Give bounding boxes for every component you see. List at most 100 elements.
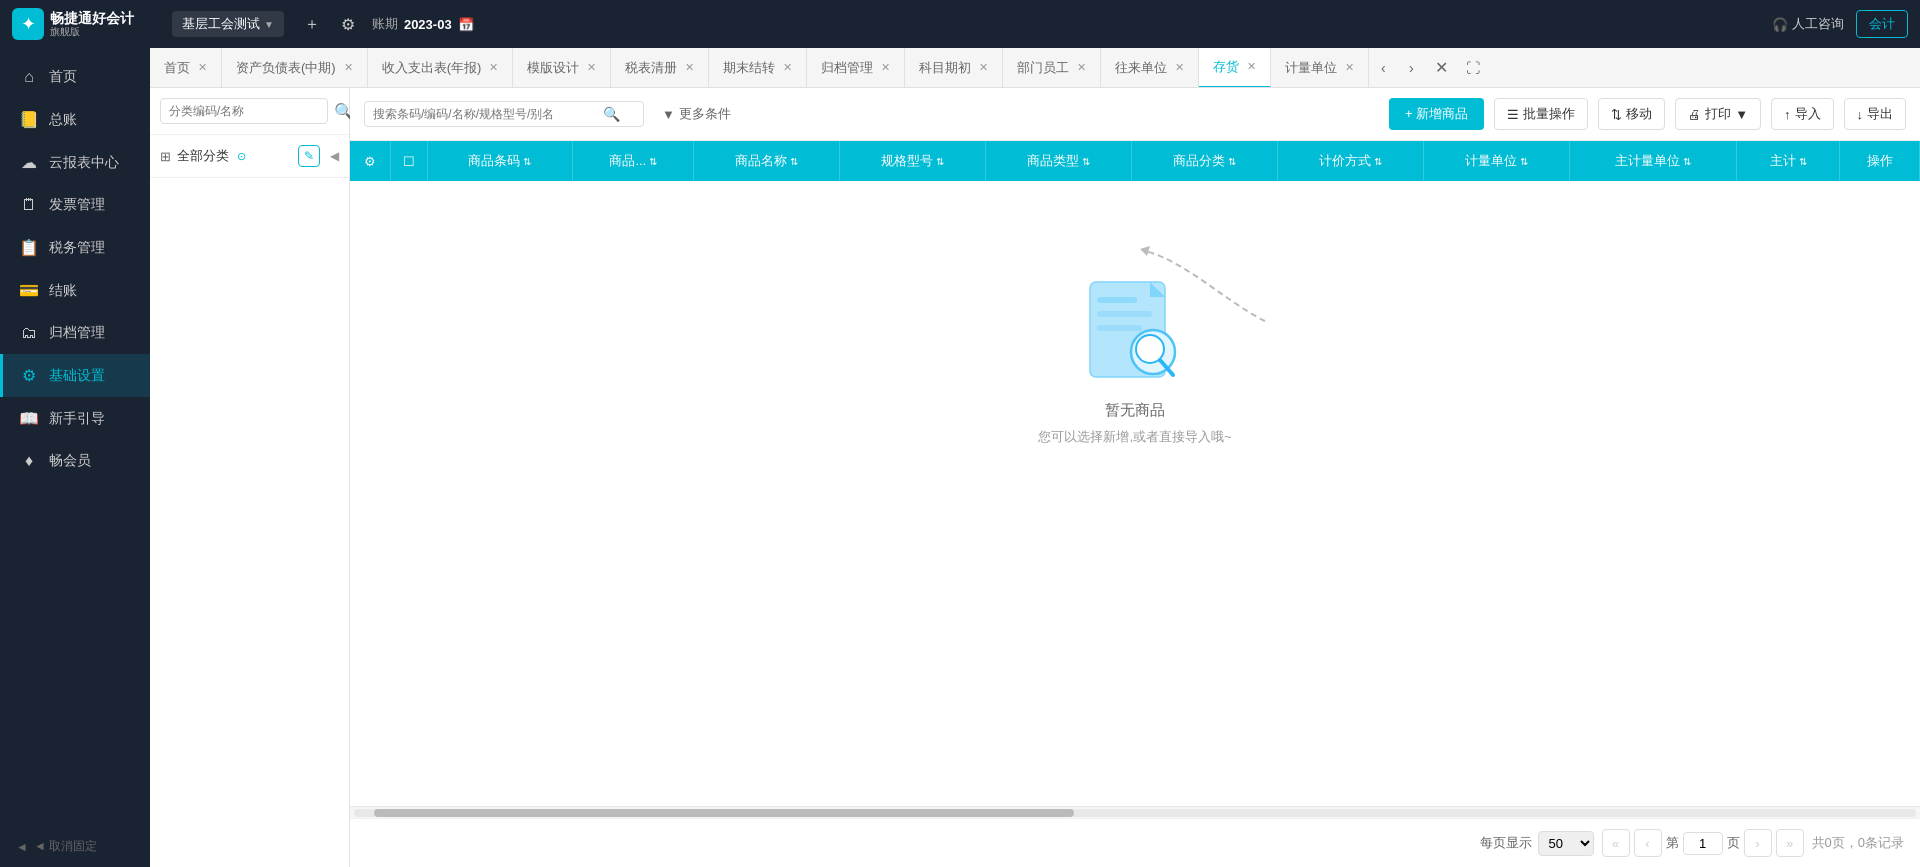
move-button[interactable]: ⇅ 移动 <box>1598 98 1665 130</box>
service-button[interactable]: 🎧 人工咨询 <box>1772 15 1844 33</box>
empty-sub-text: 您可以选择新增,或者直接导入哦~ <box>1038 428 1231 446</box>
tab-home[interactable]: 首页 ✕ <box>150 48 222 88</box>
tab-prev-button[interactable]: ‹ <box>1369 48 1397 88</box>
page-size-select[interactable]: 50 10 20 100 <box>1538 831 1594 856</box>
tab-income-statement[interactable]: 收入支出表(年报) ✕ <box>368 48 514 88</box>
sidebar-item-label: 总账 <box>49 111 77 129</box>
tab-close-icon[interactable]: ✕ <box>587 61 596 74</box>
category-search-box: 🔍 <box>150 88 349 135</box>
tab-close-icon[interactable]: ✕ <box>1345 61 1354 74</box>
filter-button[interactable]: ▼ 更多条件 <box>652 100 741 128</box>
panel-collapse-button[interactable]: ◀ <box>330 149 339 163</box>
toolbar-right: + 新增商品 ☰ 批量操作 ⇅ 移动 🖨 打印 <box>1389 98 1906 130</box>
scroll-thumb[interactable] <box>374 809 1074 817</box>
tab-expand-button[interactable]: ⛶ <box>1457 48 1489 88</box>
tab-template-design[interactable]: 模版设计 ✕ <box>513 48 611 88</box>
product-search-bar[interactable]: 🔍 <box>364 101 644 127</box>
prev-page-button[interactable]: ‹ <box>1634 829 1662 857</box>
sidebar-item-invoices[interactable]: 🗒 发票管理 <box>0 184 150 226</box>
period-value: 2023-03 <box>404 17 452 32</box>
sidebar-item-settlement[interactable]: 💳 结账 <box>0 269 150 312</box>
product-search-input[interactable] <box>373 107 603 121</box>
import-button[interactable]: ↑ 导入 <box>1771 98 1834 130</box>
tab-close-icon[interactable]: ✕ <box>1077 61 1086 74</box>
tab-close-icon[interactable]: ✕ <box>1175 61 1184 74</box>
tab-tax-table[interactable]: 税表清册 ✕ <box>611 48 709 88</box>
company-name: 基层工会测试 <box>182 15 260 33</box>
company-selector[interactable]: 基层工会测试 ▼ <box>172 11 284 37</box>
tab-label: 资产负债表(中期) <box>236 59 336 77</box>
app-edition: 旗舰版 <box>50 26 134 38</box>
sidebar-item-member[interactable]: ♦ 畅会员 <box>0 440 150 482</box>
tab-label: 收入支出表(年报) <box>382 59 482 77</box>
sidebar-item-archive[interactable]: 🗂 归档管理 <box>0 312 150 354</box>
sidebar-item-cloud-reports[interactable]: ☁ 云报表中心 <box>0 141 150 184</box>
category-header: ⊞ 全部分类 ⊙ ✎ ◀ <box>150 135 349 178</box>
th-type[interactable]: 商品类型⇅ <box>986 141 1132 181</box>
batch-operation-button[interactable]: ☰ 批量操作 <box>1494 98 1588 130</box>
tab-bar: 首页 ✕ 资产负债表(中期) ✕ 收入支出表(年报) ✕ 模版设计 ✕ 税表清册… <box>150 48 1920 88</box>
th-price-method[interactable]: 计价方式⇅ <box>1277 141 1423 181</box>
tab-close-icon[interactable]: ✕ <box>1247 60 1256 73</box>
sidebar-item-label: 畅会员 <box>49 452 91 470</box>
tab-archive-mgmt[interactable]: 归档管理 ✕ <box>807 48 905 88</box>
page-number-input[interactable] <box>1683 832 1723 855</box>
account-button[interactable]: 会计 <box>1856 10 1908 38</box>
th-code[interactable]: 商品...⇅ <box>573 141 694 181</box>
tab-close-all-button[interactable]: ✕ <box>1425 48 1457 88</box>
print-button[interactable]: 🖨 打印 ▼ <box>1675 98 1761 130</box>
th-name[interactable]: 商品名称⇅ <box>694 141 840 181</box>
table-header-row: ⚙ ☐ 商品条码⇅ 商品...⇅ 商品名称⇅ <box>350 141 1920 181</box>
th-main-unit[interactable]: 主计量单位⇅ <box>1569 141 1736 181</box>
tab-close-icon[interactable]: ✕ <box>489 61 498 74</box>
scroll-track[interactable] <box>354 809 1916 817</box>
th-settings[interactable]: ⚙ <box>350 141 390 181</box>
tab-close-icon[interactable]: ✕ <box>881 61 890 74</box>
table-container: ⚙ ☐ 商品条码⇅ 商品...⇅ 商品名称⇅ <box>350 141 1920 806</box>
last-page-button[interactable]: » <box>1776 829 1804 857</box>
th-category[interactable]: 商品分类⇅ <box>1131 141 1277 181</box>
tab-subject-init[interactable]: 科目期初 ✕ <box>905 48 1003 88</box>
tab-balance-sheet[interactable]: 资产负债表(中期) ✕ <box>222 48 368 88</box>
print-icon: 🖨 <box>1688 107 1701 122</box>
next-page-button[interactable]: › <box>1744 829 1772 857</box>
sidebar-item-home[interactable]: ⌂ 首页 <box>0 56 150 98</box>
first-page-button[interactable]: « <box>1602 829 1630 857</box>
member-icon: ♦ <box>19 452 39 470</box>
add-tab-button[interactable]: ＋ <box>298 10 326 38</box>
export-button[interactable]: ↓ 导出 <box>1844 98 1907 130</box>
th-actions: 操作 <box>1840 141 1920 181</box>
sidebar-item-guide[interactable]: 📖 新手引导 <box>0 397 150 440</box>
sidebar-item-settings[interactable]: ⚙ 基础设置 <box>0 354 150 397</box>
th-checkbox[interactable]: ☐ <box>390 141 427 181</box>
tab-close-icon[interactable]: ✕ <box>198 61 207 74</box>
tab-close-icon[interactable]: ✕ <box>979 61 988 74</box>
tab-close-icon[interactable]: ✕ <box>344 61 353 74</box>
print-label: 打印 <box>1705 105 1731 123</box>
tab-period-transfer[interactable]: 期末结转 ✕ <box>709 48 807 88</box>
th-col3[interactable]: 主计⇅ <box>1737 141 1840 181</box>
calendar-icon[interactable]: 📅 <box>458 17 474 32</box>
category-edit-button[interactable]: ✎ <box>298 145 320 167</box>
tab-dept-employee[interactable]: 部门员工 ✕ <box>1003 48 1101 88</box>
empty-illustration <box>985 241 1285 401</box>
filter-icon: ▼ <box>662 107 675 122</box>
sidebar-item-tax[interactable]: 📋 税务管理 <box>0 226 150 269</box>
unpin-button[interactable]: ◄ ◄ 取消固定 <box>0 826 150 867</box>
svg-rect-3 <box>1097 311 1152 317</box>
category-search-input[interactable] <box>160 98 328 124</box>
add-product-button[interactable]: + 新增商品 <box>1389 98 1484 130</box>
tab-close-icon[interactable]: ✕ <box>783 61 792 74</box>
tab-contacts[interactable]: 往来单位 ✕ <box>1101 48 1199 88</box>
category-all-label[interactable]: 全部分类 <box>177 147 229 165</box>
sidebar-item-ledger[interactable]: 📒 总账 <box>0 98 150 141</box>
th-barcode[interactable]: 商品条码⇅ <box>427 141 573 181</box>
settings-button[interactable]: ⚙ <box>334 10 362 38</box>
tab-close-icon[interactable]: ✕ <box>685 61 694 74</box>
th-spec[interactable]: 规格型号⇅ <box>840 141 986 181</box>
th-unit[interactable]: 计量单位⇅ <box>1423 141 1569 181</box>
horizontal-scrollbar[interactable] <box>350 806 1920 818</box>
tab-inventory[interactable]: 存货 ✕ <box>1199 48 1271 88</box>
tab-next-button[interactable]: › <box>1397 48 1425 88</box>
tab-unit[interactable]: 计量单位 ✕ <box>1271 48 1369 88</box>
